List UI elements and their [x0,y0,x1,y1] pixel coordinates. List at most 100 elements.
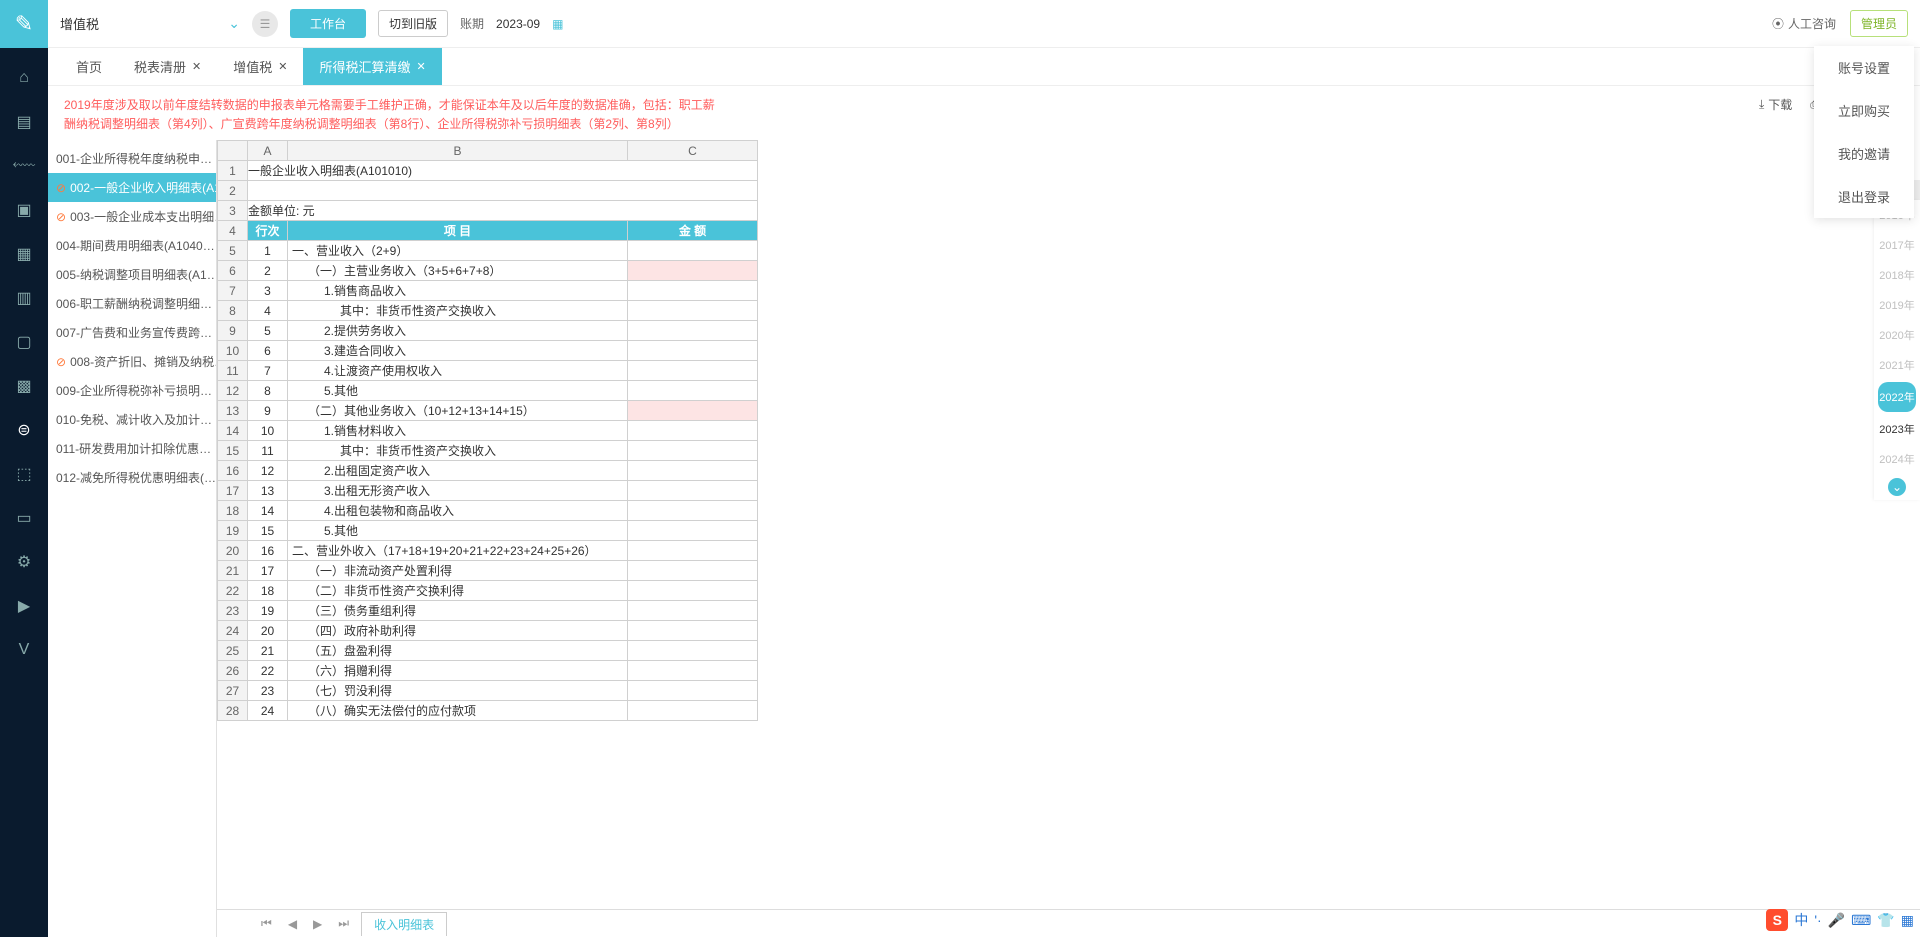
form-list-item[interactable]: 007-广告费和业务宣传费跨… [48,318,216,347]
amount-cell[interactable] [628,681,758,701]
item-desc[interactable]: （一）非流动资产处置利得 [288,561,628,581]
amount-cell[interactable] [628,481,758,501]
form-list-item[interactable]: 004-期间费用明细表(A1040… [48,231,216,260]
nav-tax-icon[interactable]: ⊜ [0,412,48,448]
row-header[interactable]: 11 [218,361,248,381]
line-number[interactable]: 19 [248,601,288,621]
year-item[interactable]: 2021年 [1874,350,1920,380]
download-button[interactable]: ⤓下载 [1759,96,1792,113]
nav-report-icon[interactable]: ▥ [0,280,48,316]
row-header[interactable]: 5 [218,241,248,261]
item-desc[interactable]: 5.其他 [288,381,628,401]
row-header[interactable]: 16 [218,461,248,481]
nav-up-icon[interactable]: ⬚ [0,456,48,492]
year-item[interactable]: 2018年 [1874,260,1920,290]
tax-type-select[interactable]: 增值税 ⌄ [60,14,240,33]
row-header[interactable]: 6 [218,261,248,281]
year-item[interactable]: 2017年 [1874,230,1920,260]
sheet-nav-next[interactable]: ▶ [309,917,326,931]
form-list-item[interactable]: 006-职工薪酬纳税调整明细… [48,289,216,318]
line-number[interactable]: 17 [248,561,288,581]
item-desc[interactable]: 2.出租固定资产收入 [288,461,628,481]
nav-chart-icon[interactable]: ⬳ [0,148,48,184]
year-item[interactable]: 2019年 [1874,290,1920,320]
form-list-item[interactable]: ⊘008-资产折旧、摊销及纳税… [48,347,216,376]
amount-cell[interactable] [628,321,758,341]
nav-gear-icon[interactable]: ⚙ [0,544,48,580]
close-icon[interactable]: ✕ [192,60,201,73]
line-number[interactable]: 14 [248,501,288,521]
line-number[interactable]: 21 [248,641,288,661]
line-number[interactable]: 4 [248,301,288,321]
amount-cell[interactable] [628,501,758,521]
amount-cell[interactable] [628,521,758,541]
admin-menu-item[interactable]: 退出登录 [1814,175,1914,218]
row-header[interactable]: 14 [218,421,248,441]
ime-lang[interactable]: 中 [1794,910,1808,930]
admin-menu-item[interactable]: 立即购买 [1814,89,1914,132]
amount-cell[interactable] [628,401,758,421]
item-desc[interactable]: （三）债务重组利得 [288,601,628,621]
row-header[interactable]: 23 [218,601,248,621]
tab-首页[interactable]: 首页 [60,48,118,85]
amount-cell[interactable] [628,581,758,601]
item-desc[interactable]: （四）政府补助利得 [288,621,628,641]
line-number[interactable]: 16 [248,541,288,561]
item-desc[interactable]: 二、营业外收入（17+18+19+20+21+22+23+24+25+26） [288,541,628,561]
row-header[interactable]: 26 [218,661,248,681]
item-desc[interactable]: 其中：非货币性资产交换收入 [288,441,628,461]
row-header[interactable]: 18 [218,501,248,521]
item-desc[interactable]: （六）捐赠利得 [288,661,628,681]
amount-cell[interactable] [628,441,758,461]
sheet-tab[interactable]: 收入明细表 [361,912,447,936]
form-list-item[interactable]: ⊘002-一般企业收入明细表(A1… [48,173,216,202]
row-header[interactable]: 24 [218,621,248,641]
row-header[interactable]: 21 [218,561,248,581]
line-number[interactable]: 11 [248,441,288,461]
admin-menu-item[interactable]: 我的邀请 [1814,132,1914,175]
item-desc[interactable]: 一、营业收入（2+9） [288,241,628,261]
admin-menu-item[interactable]: 账号设置 [1814,46,1914,89]
row-header[interactable]: 22 [218,581,248,601]
nav-grid-icon[interactable]: ▩ [0,368,48,404]
nav-mail-icon[interactable]: ▭ [0,500,48,536]
line-number[interactable]: 23 [248,681,288,701]
amount-cell[interactable] [628,261,758,281]
row-header[interactable]: 8 [218,301,248,321]
period-value[interactable]: 2023-09 [496,17,540,31]
col-header[interactable]: C [628,141,758,161]
line-number[interactable]: 20 [248,621,288,641]
amount-cell[interactable] [628,341,758,361]
nav-bag-icon[interactable]: ▣ [0,192,48,228]
ime-logo-icon[interactable]: S [1766,909,1788,931]
line-number[interactable]: 2 [248,261,288,281]
row-header[interactable]: 15 [218,441,248,461]
workbench-button[interactable]: 工作台 [290,9,366,38]
consult-link[interactable]: ⦿ 人工咨询 [1772,15,1836,32]
amount-cell[interactable] [628,621,758,641]
ime-skin-icon[interactable]: 👕 [1877,912,1894,929]
line-number[interactable]: 7 [248,361,288,381]
item-desc[interactable]: 4.让渡资产使用权收入 [288,361,628,381]
spreadsheet[interactable]: ABC1一般企业收入明细表(A101010)23金额单位: 元4行次项 目金 额… [217,140,758,721]
year-item[interactable]: 2023年 [1874,414,1920,444]
row-header[interactable]: 25 [218,641,248,661]
item-desc[interactable]: 1.销售商品收入 [288,281,628,301]
line-number[interactable]: 15 [248,521,288,541]
line-number[interactable]: 9 [248,401,288,421]
nav-tshirt-icon[interactable]: ▢ [0,324,48,360]
item-desc[interactable]: 1.销售材料收入 [288,421,628,441]
sheet-nav-last[interactable]: ⏭ [334,916,353,931]
amount-cell[interactable] [628,241,758,261]
line-number[interactable]: 22 [248,661,288,681]
item-desc[interactable]: 3.建造合同收入 [288,341,628,361]
ime-mic-icon[interactable]: 🎤 [1828,912,1845,929]
amount-cell[interactable] [628,701,758,721]
admin-button[interactable]: 管理员 [1850,10,1908,37]
line-number[interactable]: 24 [248,701,288,721]
item-desc[interactable]: （五）盘盈利得 [288,641,628,661]
row-header[interactable]: 9 [218,321,248,341]
tab-所得税汇算清缴[interactable]: 所得税汇算清缴✕ [303,48,441,85]
sheet-nav-first[interactable]: ⏮ [257,916,276,931]
calendar-icon[interactable]: ▦ [552,17,563,31]
